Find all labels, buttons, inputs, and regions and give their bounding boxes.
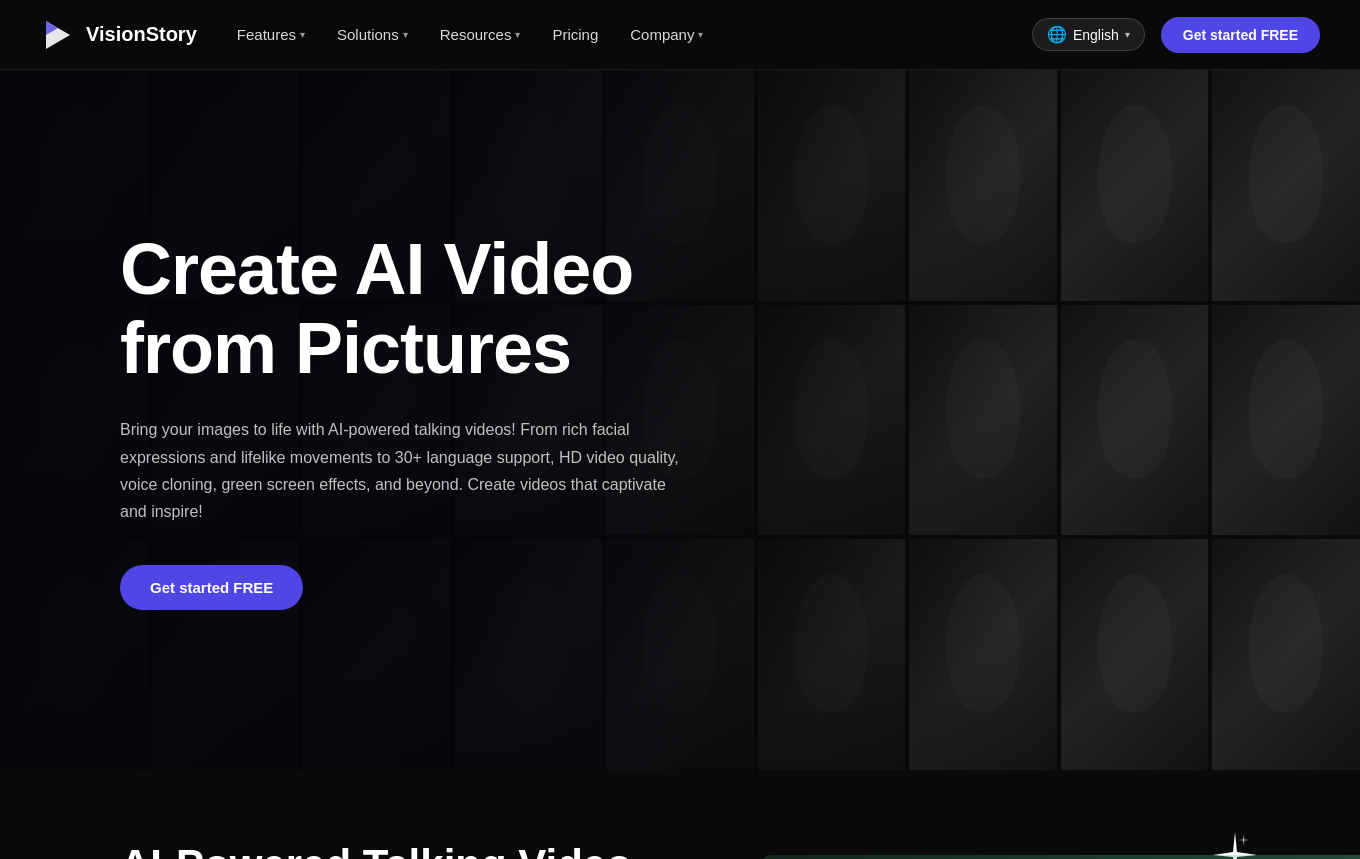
nav-item-features[interactable]: Features ▾: [237, 26, 305, 43]
logo-link[interactable]: VisionStory: [40, 17, 197, 53]
nav-link-solutions[interactable]: Solutions ▾: [337, 26, 408, 43]
section-title-wrap: AI-Powered Talking Video: [120, 840, 632, 859]
nav-link-pricing[interactable]: Pricing: [552, 26, 598, 43]
brand-name: VisionStory: [86, 23, 197, 46]
nav-item-resources[interactable]: Resources ▾: [440, 26, 521, 43]
hero-title: Create AI Video from Pictures: [120, 230, 680, 388]
nav-link-resources[interactable]: Resources ▾: [440, 26, 521, 43]
nav-links: Features ▾ Solutions ▾ Resources ▾ Prici…: [237, 26, 704, 43]
nav-item-company[interactable]: Company ▾: [630, 26, 703, 43]
language-selector[interactable]: 🌐 English ▾: [1032, 18, 1145, 51]
language-label: English: [1073, 27, 1119, 43]
nav-link-features[interactable]: Features ▾: [237, 26, 305, 43]
preview-strip: [760, 855, 1360, 859]
nav-left: VisionStory Features ▾ Solutions ▾ Resou…: [40, 17, 703, 53]
nav-link-company[interactable]: Company ▾: [630, 26, 703, 43]
nav-cta-button[interactable]: Get started FREE: [1161, 17, 1320, 53]
hero-section: Create AI Video from Pictures Bring your…: [0, 70, 1360, 770]
hero-content: Create AI Video from Pictures Bring your…: [0, 230, 680, 610]
navbar: VisionStory Features ▾ Solutions ▾ Resou…: [0, 0, 1360, 70]
chevron-down-icon: ▾: [698, 29, 703, 40]
nav-item-solutions[interactable]: Solutions ▾: [337, 26, 408, 43]
hero-description: Bring your images to life with AI-powere…: [120, 416, 680, 525]
globe-icon: 🌐: [1047, 25, 1067, 44]
section-title: AI-Powered Talking Video: [120, 840, 632, 859]
nav-item-pricing[interactable]: Pricing: [552, 26, 598, 43]
chevron-down-icon: ▾: [300, 29, 305, 40]
hero-cta-button[interactable]: Get started FREE: [120, 565, 303, 610]
chevron-down-icon: ▾: [403, 29, 408, 40]
nav-right: 🌐 English ▾ Get started FREE: [1032, 17, 1320, 53]
logo-icon: [40, 17, 76, 53]
chevron-down-icon: ▾: [515, 29, 520, 40]
chevron-down-icon: ▾: [1125, 29, 1130, 40]
bottom-section: AI-Powered Talking Video: [0, 770, 1360, 859]
